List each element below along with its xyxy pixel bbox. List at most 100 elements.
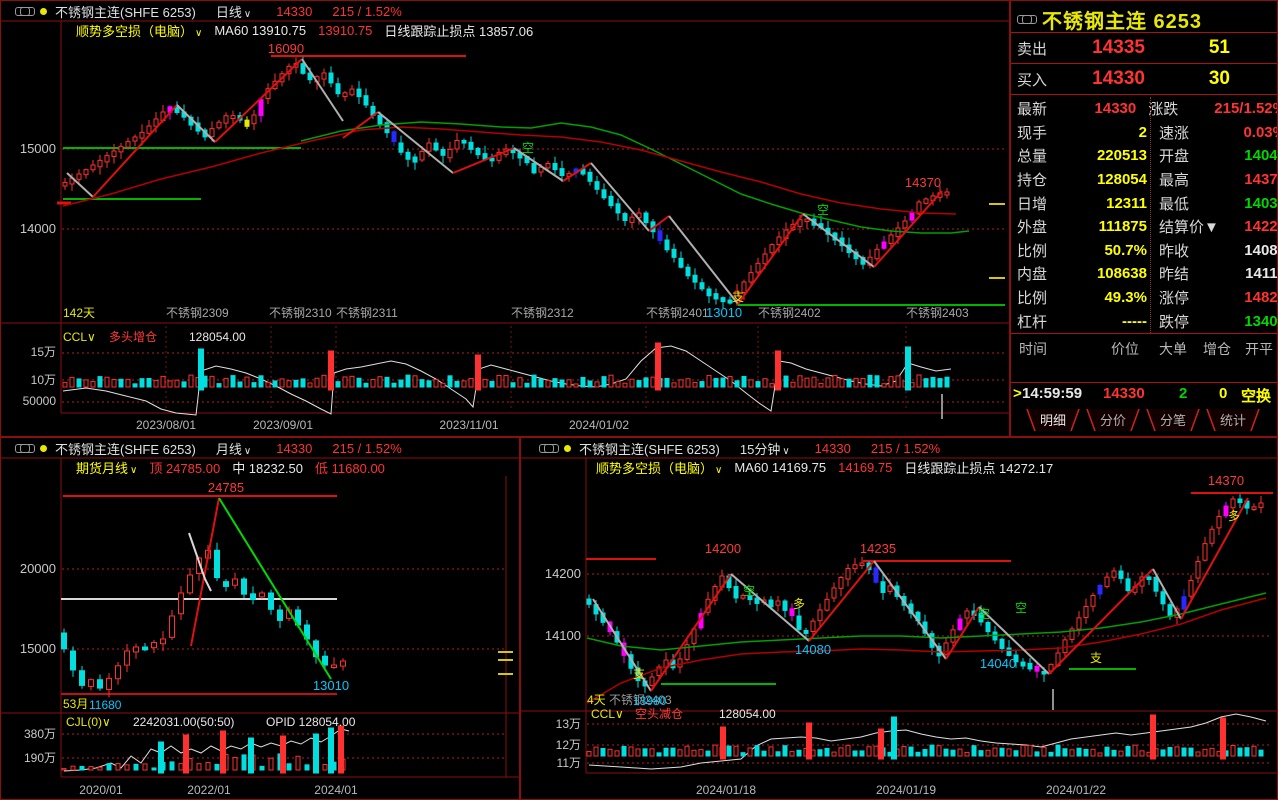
monthly-chart-panel: 2478513010200001500053月11680CJL(0)∨22420…	[0, 437, 520, 800]
chart-label: 15000	[20, 141, 56, 156]
stat-value: 14330	[1072, 100, 1136, 117]
bid-row[interactable]: 买入 14330 30	[1011, 64, 1277, 94]
chart-label: 2022/01	[187, 783, 231, 797]
bid-price: 14330	[1065, 68, 1145, 90]
chart-label: 14200	[545, 566, 581, 581]
tick-time: 14:59:59	[1022, 385, 1082, 402]
monthly-symbol: 不锈钢主连(SHFE 6253)	[55, 439, 196, 458]
chart-label: 多	[793, 597, 805, 611]
stat-label: 开盘	[1159, 145, 1231, 166]
stat-label: 现手	[1011, 122, 1077, 143]
chart-label: 不锈钢2401	[646, 306, 709, 320]
stat-value: 215/1.52%	[1214, 100, 1278, 117]
stat-value: 49.3%	[1077, 289, 1147, 306]
frame-and-levels	[521, 458, 1277, 773]
volume-bars	[62, 726, 345, 773]
link-icon[interactable]	[1017, 15, 1032, 24]
chart-label: CCL∨	[63, 330, 96, 344]
chart-label: 190万	[24, 751, 56, 765]
ask-label: 卖出	[1011, 38, 1065, 59]
stat-row: 比例49.3%涨停14820	[1011, 286, 1277, 310]
tab-分价[interactable]: 分价	[1100, 413, 1126, 428]
m15-ma60-value: 14169.75	[838, 460, 892, 475]
chart-label: 2024/01	[314, 783, 358, 797]
chart-label: 14080	[795, 642, 831, 657]
tab-明细[interactable]: 明细	[1040, 413, 1066, 428]
stat-value: 14820	[1231, 289, 1278, 306]
stat-label: 日增	[1011, 193, 1077, 214]
stat-value: 0.03%	[1231, 124, 1278, 141]
monthly-last-price: 14330	[276, 441, 312, 456]
tick-col-header: 增仓	[1203, 339, 1231, 359]
chart-label: 128054.00	[189, 330, 246, 344]
stat-label: 比例	[1011, 240, 1077, 261]
daily-ma60: MA60 13910.75	[214, 23, 306, 38]
frame-and-levels	[1, 458, 519, 777]
chart-label: 空	[743, 584, 755, 598]
linked-dot-ic icon	[564, 445, 571, 452]
volume-bars	[63, 343, 949, 390]
tab-统计[interactable]: 统计	[1220, 413, 1246, 428]
volume-bars	[587, 715, 1263, 759]
monthly-period-selector[interactable]: 月线∨	[216, 439, 251, 458]
chart-label: 2242031.00(50:50)	[133, 715, 234, 729]
chevron-down-icon: ∨	[130, 465, 137, 476]
chart-label: 11万	[557, 756, 581, 770]
quote-title: 不锈钢主连 6253	[1042, 5, 1202, 34]
tab-分笔[interactable]: 分笔	[1160, 413, 1186, 428]
chart-label: 2024/01/22	[1046, 783, 1106, 797]
daily-indicator-selector[interactable]: 顺势多空损（电脑）∨	[76, 21, 202, 40]
chart-label: 2024/01/02	[569, 418, 629, 432]
tick-col-header: 开平	[1245, 339, 1273, 359]
stat-row: 比例50.7%昨收14080	[1011, 239, 1277, 263]
daily-period-selector[interactable]: 日线∨	[216, 2, 251, 21]
link-icon[interactable]	[15, 7, 30, 16]
quote-tabs: 明细 分价 分笔 统计	[1011, 406, 1277, 436]
chart-label: 空头减仓	[635, 707, 683, 721]
chart-label: 不锈钢2312	[511, 306, 574, 320]
link-icon[interactable]	[539, 444, 554, 453]
ask-qty: 51	[1145, 37, 1230, 59]
link-icon[interactable]	[15, 444, 30, 453]
m15-period-selector[interactable]: 15分钟∨	[740, 439, 790, 458]
lines	[587, 498, 1266, 769]
stat-value: 14115	[1231, 265, 1278, 282]
tick-arrow-icon: >	[1013, 385, 1022, 402]
chart-label: 2024/01/19	[876, 783, 936, 797]
chart-label: 2024/01/18	[696, 783, 756, 797]
chart-label: 多头增仓	[109, 330, 157, 344]
quote-panel: 不锈钢主连 6253 卖出 14335 51 买入 14330 30 最新143…	[1010, 0, 1278, 437]
m15-chart-panel: 142001423514370140801404014200141004天不锈钢…	[520, 437, 1278, 800]
chart-label: 支	[732, 290, 744, 304]
tick-row[interactable]: > 14:59:59 14330 2 0 空换	[1011, 385, 1277, 405]
stat-row: 现手2速涨0.03%	[1011, 121, 1277, 145]
monthly-top: 顶 24785.00	[149, 458, 220, 477]
chart-label: 13万	[556, 717, 581, 731]
stat-row: 日增12311最低14035	[1011, 191, 1277, 215]
stat-value: 108638	[1077, 265, 1147, 282]
daily-change: 215 / 1.52%	[332, 4, 401, 19]
stat-label: 结算价▼	[1159, 216, 1231, 237]
chart-label: 16090	[268, 41, 304, 56]
linked-dot-icon	[40, 8, 47, 15]
m15-indicator-selector[interactable]: 顺势多空损（电脑）∨	[596, 458, 722, 477]
stat-label: 最新	[1011, 98, 1072, 119]
stat-label: 总量	[1011, 145, 1077, 166]
m15-chart-canvas: 142001423514370140801404014200141004天不锈钢…	[521, 438, 1277, 799]
bid-label: 买入	[1011, 69, 1065, 90]
divider	[1011, 382, 1277, 383]
daily-trail-stop: 日线跟踪止损点 13857.06	[384, 21, 533, 40]
stat-label: 涨停	[1159, 287, 1231, 308]
stat-label: 杠杆	[1011, 311, 1077, 332]
ask-row[interactable]: 卖出 14335 51	[1011, 33, 1277, 63]
chevron-down-icon: ∨	[244, 9, 251, 20]
chart-label: 14370	[1208, 473, 1244, 488]
monthly-indicator-selector[interactable]: 期货月线∨	[76, 458, 137, 477]
chart-label: 142天	[63, 306, 95, 320]
chart-label: 不锈钢2311	[336, 306, 398, 320]
chart-label: 24785	[208, 480, 244, 495]
chart-label: CJL(0)∨	[66, 715, 111, 729]
stat-label: 涨跌	[1148, 98, 1214, 119]
chart-label: 不锈钢2402	[758, 306, 821, 320]
chart-label: 15000	[20, 641, 56, 656]
